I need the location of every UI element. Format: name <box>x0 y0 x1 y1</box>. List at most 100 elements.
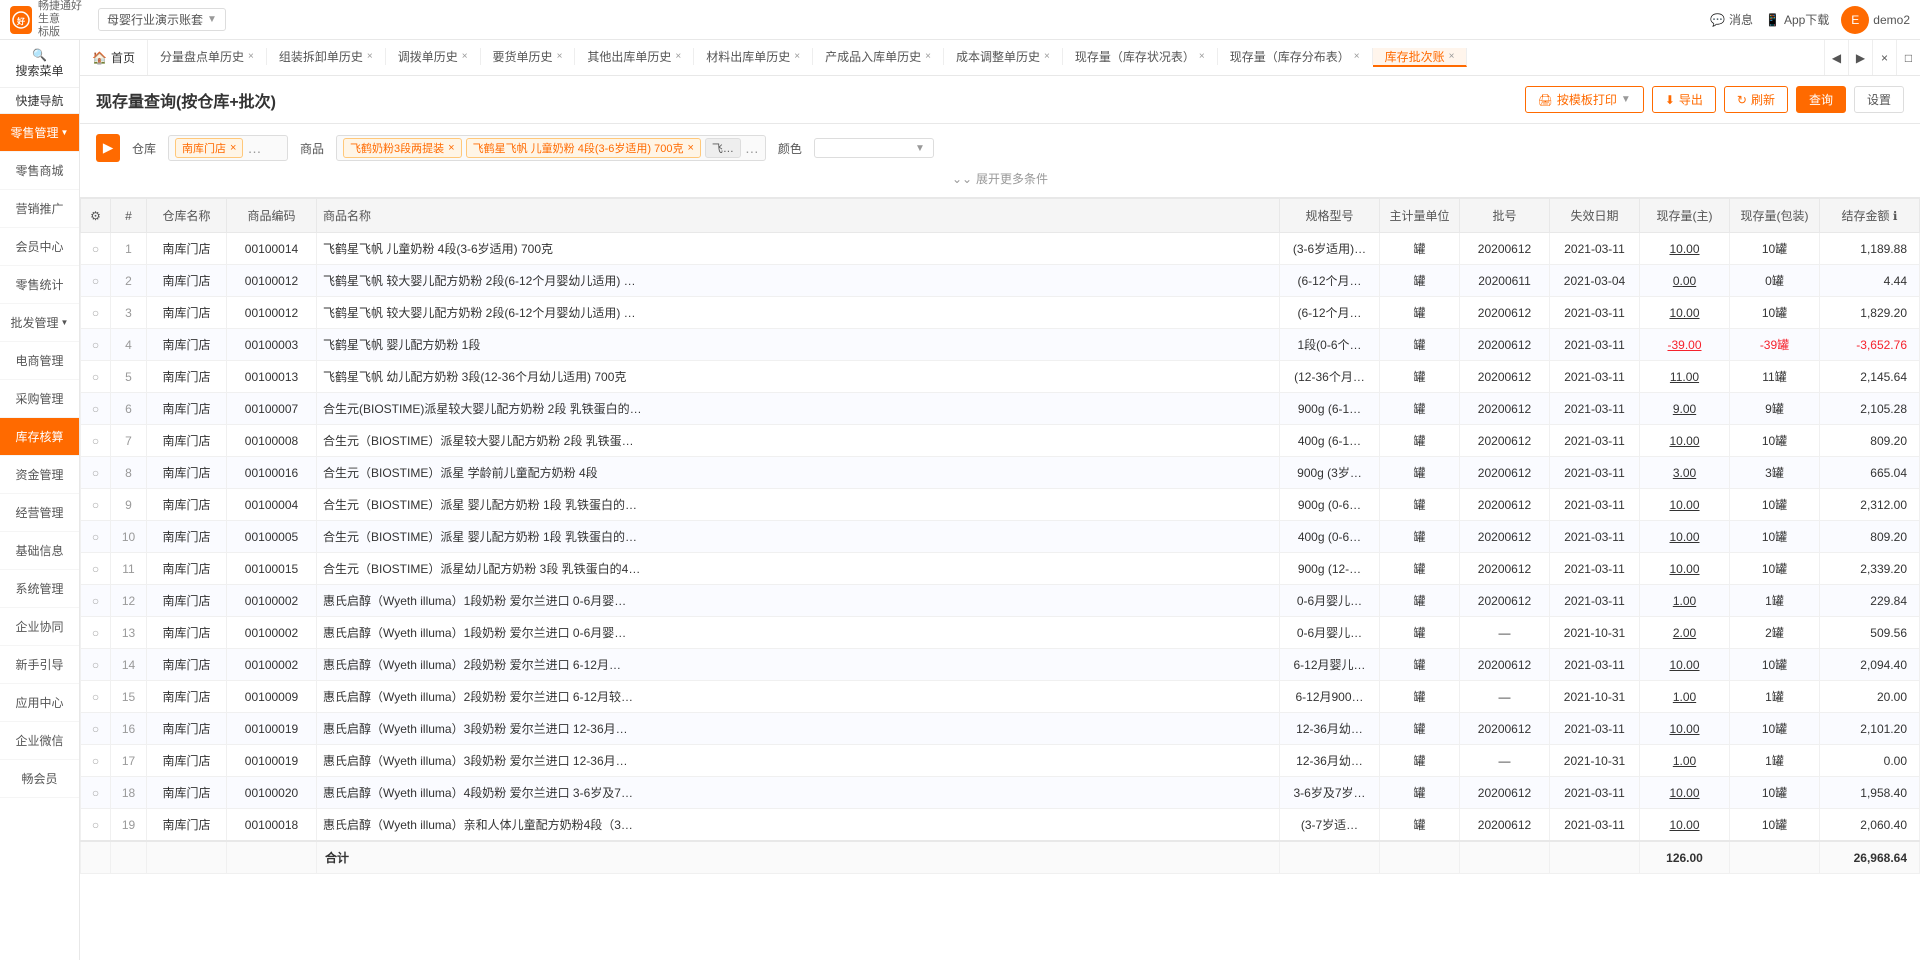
td-qty-main[interactable]: -39.00 <box>1640 329 1730 361</box>
refresh-btn[interactable]: ↻ 刷新 <box>1724 86 1788 113</box>
nav-tab-6[interactable]: 材料出库单历史 × <box>694 48 813 65</box>
nav-tab-2[interactable]: 组装拆卸单历史 × <box>267 48 386 65</box>
nav-tab-1-close[interactable]: × <box>248 51 254 62</box>
nav-tab-6-close[interactable]: × <box>794 51 800 62</box>
td-qty-main[interactable]: 1.00 <box>1640 745 1730 777</box>
nav-tab-11[interactable]: 库存批次账 × <box>1373 48 1468 67</box>
sidebar-item-finance[interactable]: 资金管理 <box>0 456 79 494</box>
product-filter-group[interactable]: 飞鹤奶粉3段两提装 × 飞鹤星飞帆 儿童奶粉 4段(3-6岁适用) 700克 ×… <box>336 135 766 161</box>
color-select[interactable]: ▼ <box>814 138 934 158</box>
sidebar-item-retail-mall[interactable]: 零售商城 <box>0 152 79 190</box>
td-code: 00100015 <box>227 553 317 585</box>
td-qty-main[interactable]: 1.00 <box>1640 585 1730 617</box>
table-row: ○ 14 南库门店 00100002 惠氏启醇（Wyeth illuma）2段奶… <box>81 649 1920 681</box>
sidebar-item-member[interactable]: 会员中心 <box>0 228 79 266</box>
td-qty-main[interactable]: 10.00 <box>1640 777 1730 809</box>
warehouse-tag-1-remove[interactable]: × <box>230 142 236 154</box>
sidebar-item-business[interactable]: 经营管理 <box>0 494 79 532</box>
page-header: 现存量查询(按仓库+批次) 🖨 按模板打印 ▼ ⬇ 导出 ↻ 刷新 查询 <box>80 76 1920 124</box>
user-area[interactable]: E demo2 <box>1841 6 1910 34</box>
nav-tab-10[interactable]: 现存量（库存分布表） × <box>1218 48 1373 65</box>
td-batch: — <box>1460 681 1550 713</box>
sidebar-item-retail[interactable]: 零售管理 ▼ <box>0 114 79 152</box>
warehouse-filter-more[interactable]: … <box>247 140 261 156</box>
warehouse-filter-group[interactable]: 南库门店 × … <box>168 135 288 161</box>
nav-tab-10-close[interactable]: × <box>1354 51 1360 62</box>
app-download-btn[interactable]: 📱 App下载 <box>1765 11 1829 28</box>
sidebar-item-purchase[interactable]: 采购管理 <box>0 380 79 418</box>
expand-more-btn[interactable]: ⌄⌄ 展开更多条件 <box>96 170 1904 187</box>
industry-select[interactable]: 母婴行业演示账套 ▼ <box>98 8 226 31</box>
sidebar-item-system[interactable]: 系统管理 <box>0 570 79 608</box>
td-qty-main[interactable]: 10.00 <box>1640 649 1730 681</box>
nav-next-btn[interactable]: ▶ <box>1848 40 1872 76</box>
product-tag-more[interactable]: 飞… <box>705 138 741 158</box>
sidebar-search[interactable]: 🔍 搜索菜单 <box>0 40 79 88</box>
sidebar-item-wholesale[interactable]: 批发管理 ▼ <box>0 304 79 342</box>
nav-tab-home[interactable]: 🏠 首页 <box>80 40 148 75</box>
template-print-btn[interactable]: 🖨 按模板打印 ▼ <box>1525 86 1644 113</box>
td-qty-main[interactable]: 11.00 <box>1640 361 1730 393</box>
nav-tab-8-close[interactable]: × <box>1044 51 1050 62</box>
nav-tab-4[interactable]: 要货单历史 × <box>481 48 576 65</box>
sidebar-item-ecommerce[interactable]: 电商管理 <box>0 342 79 380</box>
product-tag-1[interactable]: 飞鹤奶粉3段两提装 × <box>343 138 462 158</box>
nav-tab-2-close[interactable]: × <box>367 51 373 62</box>
sidebar-item-enterprise[interactable]: 企业协同 <box>0 608 79 646</box>
sidebar-item-wechat[interactable]: 企业微信 <box>0 722 79 760</box>
nav-tab-4-close[interactable]: × <box>557 51 563 62</box>
product-tag-2[interactable]: 飞鹤星飞帆 儿童奶粉 4段(3-6岁适用) 700克 × <box>466 138 701 158</box>
td-unit: 罐 <box>1380 457 1460 489</box>
sidebar-item-inventory[interactable]: 库存核算 <box>0 418 79 456</box>
td-qty-main[interactable]: 10.00 <box>1640 233 1730 265</box>
nav-tab-5-close[interactable]: × <box>675 51 681 62</box>
td-balance: 1,189.88 <box>1820 233 1920 265</box>
nav-tab-7-close[interactable]: × <box>925 51 931 62</box>
td-qty-main[interactable]: 10.00 <box>1640 489 1730 521</box>
product-tag-2-remove[interactable]: × <box>687 142 693 154</box>
td-qty-main[interactable]: 0.00 <box>1640 265 1730 297</box>
td-qty-main[interactable]: 9.00 <box>1640 393 1730 425</box>
nav-tab-9[interactable]: 现存量（库存状况表） × <box>1063 48 1218 65</box>
query-btn[interactable]: 查询 <box>1796 86 1846 113</box>
nav-tab-9-close[interactable]: × <box>1199 51 1205 62</box>
td-qty-main[interactable]: 10.00 <box>1640 425 1730 457</box>
td-unit: 罐 <box>1380 265 1460 297</box>
td-qty-main[interactable]: 10.00 <box>1640 553 1730 585</box>
td-code: 00100012 <box>227 297 317 329</box>
td-qty-main[interactable]: 10.00 <box>1640 521 1730 553</box>
nav-expand-btn[interactable]: □ <box>1896 40 1920 76</box>
message-btn[interactable]: 💬 消息 <box>1710 11 1753 28</box>
sidebar-item-member2[interactable]: 畅会员 <box>0 760 79 798</box>
nav-tab-1[interactable]: 分量盘点单历史 × <box>148 48 267 65</box>
td-qty-main[interactable]: 10.00 <box>1640 809 1730 842</box>
td-qty-main[interactable]: 1.00 <box>1640 681 1730 713</box>
nav-tab-5[interactable]: 其他出库单历史 × <box>575 48 694 65</box>
nav-tab-3[interactable]: 调拨单历史 × <box>386 48 481 65</box>
warehouse-tag-1[interactable]: 南库门店 × <box>175 138 243 158</box>
filter-expand-arrow-btn[interactable]: ▶ <box>96 134 120 162</box>
td-qty-main[interactable]: 2.00 <box>1640 617 1730 649</box>
product-tag-1-remove[interactable]: × <box>448 142 454 154</box>
th-gear[interactable]: ⚙ <box>81 199 111 233</box>
td-qty-main[interactable]: 10.00 <box>1640 713 1730 745</box>
sidebar-item-basic[interactable]: 基础信息 <box>0 532 79 570</box>
nav-tab-7[interactable]: 产成品入库单历史 × <box>813 48 944 65</box>
sidebar-item-guide[interactable]: 新手引导 <box>0 646 79 684</box>
sidebar-item-app-center[interactable]: 应用中心 <box>0 684 79 722</box>
export-btn[interactable]: ⬇ 导出 <box>1652 86 1716 113</box>
nav-tab-11-close[interactable]: × <box>1449 51 1455 62</box>
nav-prev-btn[interactable]: ◀ <box>1824 40 1848 76</box>
sidebar-item-retail-stat[interactable]: 零售统计 <box>0 266 79 304</box>
th-name: 商品名称 <box>317 199 1280 233</box>
sidebar-quick-nav[interactable]: 快捷导航 <box>0 88 79 114</box>
settings-btn[interactable]: 设置 <box>1854 86 1904 113</box>
td-qty-main[interactable]: 10.00 <box>1640 297 1730 329</box>
nav-tab-8[interactable]: 成本调整单历史 × <box>944 48 1063 65</box>
sidebar-item-marketing[interactable]: 营销推广 <box>0 190 79 228</box>
td-qty-main[interactable]: 3.00 <box>1640 457 1730 489</box>
product-filter-more[interactable]: … <box>745 140 759 156</box>
nav-tab-3-close[interactable]: × <box>462 51 468 62</box>
nav-close-btn[interactable]: × <box>1872 40 1896 76</box>
app-logo-icon: 好 <box>10 6 32 34</box>
